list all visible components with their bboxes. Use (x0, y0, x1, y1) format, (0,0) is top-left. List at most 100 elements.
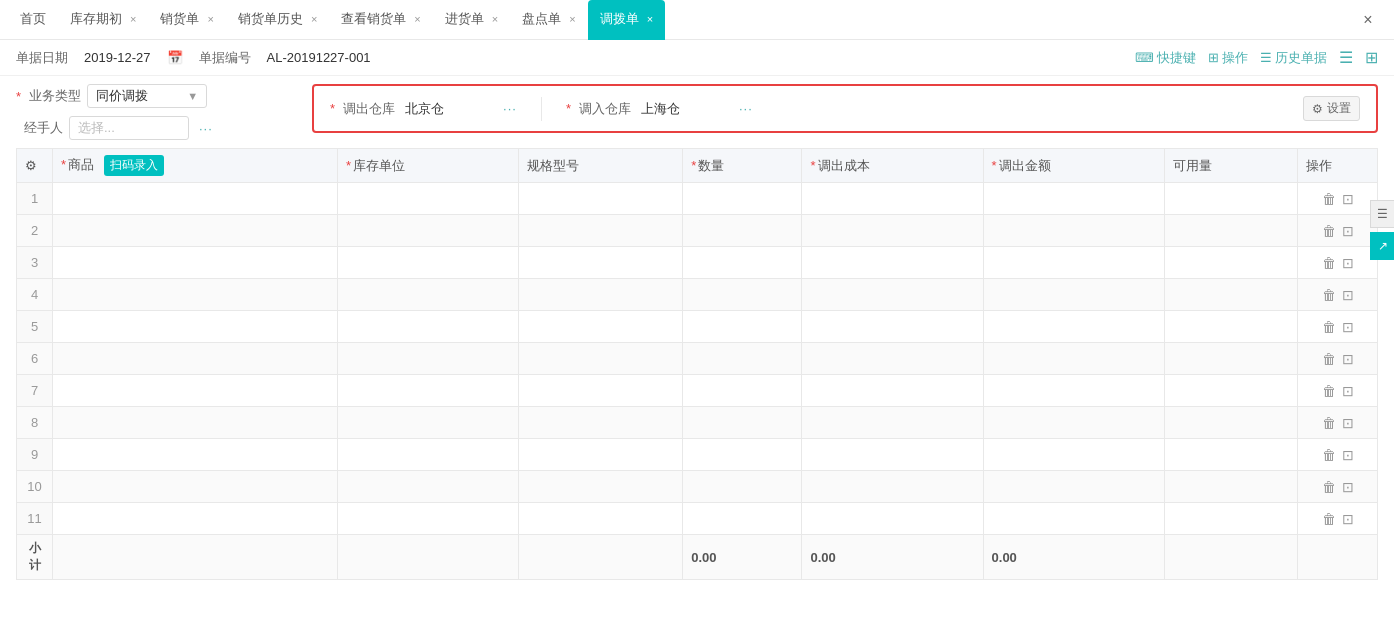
delete-icon[interactable]: 🗑 (1322, 319, 1336, 335)
operations-btn[interactable]: ⊞ 操作 (1208, 49, 1248, 67)
cell-qty[interactable] (683, 183, 802, 215)
tab-purchase[interactable]: 进货单 × (433, 0, 510, 40)
tab-sales-order-close[interactable]: × (207, 13, 213, 25)
cell-available[interactable] (1164, 503, 1297, 535)
tab-sales-history-close[interactable]: × (311, 13, 317, 25)
cell-unit[interactable] (337, 375, 518, 407)
cell-product[interactable] (53, 503, 338, 535)
cell-cost[interactable] (802, 215, 983, 247)
delete-icon[interactable]: 🗑 (1322, 191, 1336, 207)
cell-available[interactable] (1164, 375, 1297, 407)
cell-available[interactable] (1164, 439, 1297, 471)
cell-spec[interactable] (519, 215, 683, 247)
delete-icon[interactable]: 🗑 (1322, 479, 1336, 495)
cell-available[interactable] (1164, 471, 1297, 503)
cell-spec[interactable] (519, 311, 683, 343)
tab-sales-history[interactable]: 销货单历史 × (226, 0, 329, 40)
tab-inventory-init[interactable]: 库存期初 × (58, 0, 148, 40)
tab-home[interactable]: 首页 (8, 0, 58, 40)
cell-unit[interactable] (337, 311, 518, 343)
cell-product[interactable] (53, 407, 338, 439)
layout1-btn[interactable]: ☰ (1339, 48, 1353, 67)
cell-unit[interactable] (337, 183, 518, 215)
cell-available[interactable] (1164, 279, 1297, 311)
tab-stocktake[interactable]: 盘点单 × (510, 0, 587, 40)
cell-qty[interactable] (683, 215, 802, 247)
cell-available[interactable] (1164, 215, 1297, 247)
cell-qty[interactable] (683, 279, 802, 311)
cell-product[interactable] (53, 215, 338, 247)
copy-icon[interactable]: ⊡ (1342, 255, 1354, 271)
cell-product[interactable] (53, 375, 338, 407)
tab-view-sales-close[interactable]: × (414, 13, 420, 25)
tab-transfer-close[interactable]: × (647, 13, 653, 25)
cell-amount[interactable] (983, 311, 1164, 343)
cell-available[interactable] (1164, 183, 1297, 215)
cell-qty[interactable] (683, 471, 802, 503)
copy-icon[interactable]: ⊡ (1342, 415, 1354, 431)
cell-qty[interactable] (683, 439, 802, 471)
cell-available[interactable] (1164, 407, 1297, 439)
cell-spec[interactable] (519, 343, 683, 375)
cell-spec[interactable] (519, 471, 683, 503)
delete-icon[interactable]: 🗑 (1322, 255, 1336, 271)
cell-product[interactable] (53, 311, 338, 343)
cell-unit[interactable] (337, 343, 518, 375)
cell-amount[interactable] (983, 279, 1164, 311)
cell-spec[interactable] (519, 407, 683, 439)
copy-icon[interactable]: ⊡ (1342, 479, 1354, 495)
cell-amount[interactable] (983, 247, 1164, 279)
copy-icon[interactable]: ⊡ (1342, 319, 1354, 335)
cell-cost[interactable] (802, 247, 983, 279)
cell-cost[interactable] (802, 311, 983, 343)
cell-qty[interactable] (683, 503, 802, 535)
cell-qty[interactable] (683, 247, 802, 279)
cell-product[interactable] (53, 279, 338, 311)
cell-cost[interactable] (802, 343, 983, 375)
copy-icon[interactable]: ⊡ (1342, 287, 1354, 303)
cell-cost[interactable] (802, 471, 983, 503)
tab-stocktake-close[interactable]: × (569, 13, 575, 25)
cell-qty[interactable] (683, 375, 802, 407)
cell-cost[interactable] (802, 407, 983, 439)
in-warehouse-more-icon[interactable]: ··· (739, 101, 753, 116)
delete-icon[interactable]: 🗑 (1322, 287, 1336, 303)
cell-spec[interactable] (519, 503, 683, 535)
tab-inventory-init-close[interactable]: × (130, 13, 136, 25)
delete-icon[interactable]: 🗑 (1322, 511, 1336, 527)
cell-unit[interactable] (337, 279, 518, 311)
cell-spec[interactable] (519, 183, 683, 215)
copy-icon[interactable]: ⊡ (1342, 383, 1354, 399)
cell-amount[interactable] (983, 407, 1164, 439)
layout2-btn[interactable]: ⊞ (1365, 48, 1378, 67)
copy-icon[interactable]: ⊡ (1342, 351, 1354, 367)
cell-cost[interactable] (802, 375, 983, 407)
handler-more-icon[interactable]: ··· (199, 121, 213, 136)
tab-transfer[interactable]: 调拨单 × (588, 0, 665, 40)
cell-product[interactable] (53, 247, 338, 279)
delete-icon[interactable]: 🗑 (1322, 223, 1336, 239)
out-warehouse-more-icon[interactable]: ··· (503, 101, 517, 116)
cell-spec[interactable] (519, 247, 683, 279)
cell-amount[interactable] (983, 375, 1164, 407)
cell-cost[interactable] (802, 183, 983, 215)
cell-unit[interactable] (337, 439, 518, 471)
cell-unit[interactable] (337, 215, 518, 247)
cell-spec[interactable] (519, 375, 683, 407)
cell-qty[interactable] (683, 407, 802, 439)
copy-icon[interactable]: ⊡ (1342, 447, 1354, 463)
cell-cost[interactable] (802, 503, 983, 535)
cell-unit[interactable] (337, 471, 518, 503)
cell-product[interactable] (53, 183, 338, 215)
cell-amount[interactable] (983, 439, 1164, 471)
cell-qty[interactable] (683, 311, 802, 343)
delete-icon[interactable]: 🗑 (1322, 415, 1336, 431)
cell-unit[interactable] (337, 407, 518, 439)
handler-select[interactable]: 选择... (69, 116, 189, 140)
cell-amount[interactable] (983, 183, 1164, 215)
window-close-button[interactable]: × (1350, 2, 1386, 38)
cell-spec[interactable] (519, 279, 683, 311)
cell-spec[interactable] (519, 439, 683, 471)
delete-icon[interactable]: 🗑 (1322, 351, 1336, 367)
cell-cost[interactable] (802, 439, 983, 471)
